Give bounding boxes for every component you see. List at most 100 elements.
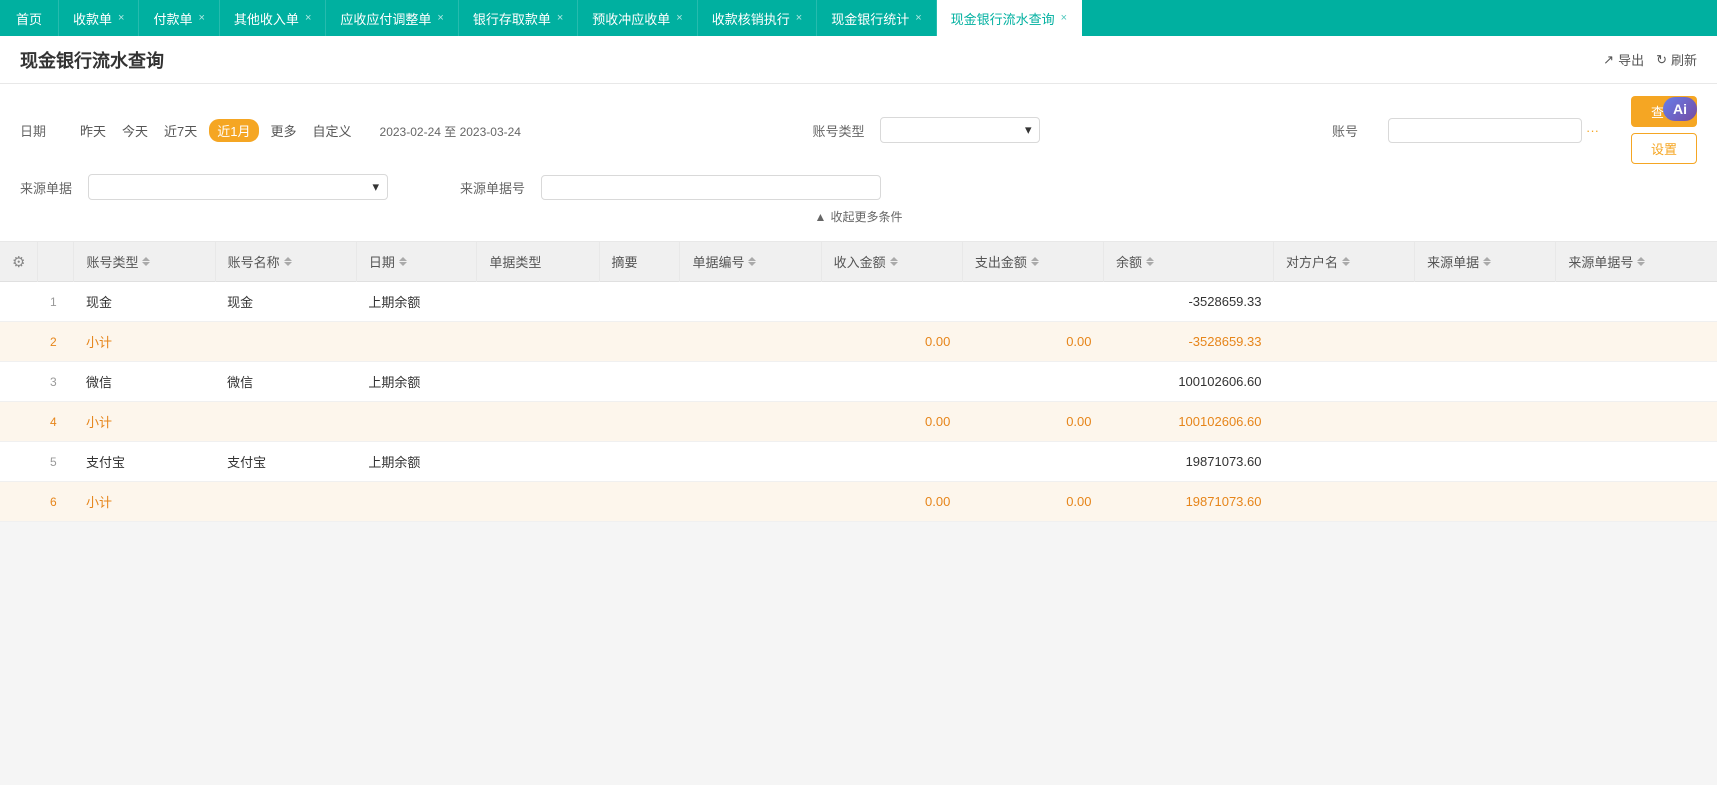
export-button[interactable]: ↗ 导出 bbox=[1603, 50, 1644, 69]
row-date bbox=[356, 482, 477, 522]
row-account-type: 现金 bbox=[74, 282, 215, 322]
row-account-name bbox=[215, 482, 356, 522]
table-row[interactable]: 4 小计 0.00 0.00 100102606.60 bbox=[0, 402, 1717, 442]
settings-button[interactable]: 设置 bbox=[1631, 133, 1697, 164]
row-doc-type bbox=[477, 282, 599, 322]
date-today[interactable]: 今天 bbox=[118, 119, 152, 142]
row-source-doc bbox=[1415, 282, 1556, 322]
close-icon[interactable]: × bbox=[1061, 12, 1067, 24]
row-doc-type bbox=[477, 322, 599, 362]
row-date: 上期余额 bbox=[356, 282, 477, 322]
source-doc-no-input[interactable] bbox=[541, 175, 881, 200]
row-account-name: 现金 bbox=[215, 282, 356, 322]
close-icon[interactable]: × bbox=[198, 12, 204, 24]
table-row[interactable]: 1 现金 现金 上期余额 -3528659.33 bbox=[0, 282, 1717, 322]
row-gear bbox=[0, 362, 38, 402]
tab-cash-bank-flow[interactable]: 现金银行流水查询 × bbox=[937, 0, 1082, 36]
close-icon[interactable]: × bbox=[437, 12, 443, 24]
th-source-doc-no[interactable]: 来源单据号 bbox=[1556, 242, 1717, 282]
th-income[interactable]: 收入金额 bbox=[821, 242, 962, 282]
sort-icon bbox=[1031, 257, 1039, 266]
sort-icon bbox=[284, 257, 292, 266]
tab-bank-deposit[interactable]: 银行存取款单 × bbox=[459, 0, 578, 36]
date-more[interactable]: 更多 bbox=[267, 119, 301, 142]
tab-collection[interactable]: 收款核销执行 × bbox=[698, 0, 817, 36]
row-doc-type bbox=[477, 402, 599, 442]
th-counterparty[interactable]: 对方户名 bbox=[1273, 242, 1414, 282]
date-shortcuts: 昨天 今天 近7天 近1月 更多 自定义 bbox=[76, 119, 356, 142]
refresh-button[interactable]: ↻ 刷新 bbox=[1656, 50, 1697, 69]
row-counterparty bbox=[1273, 322, 1414, 362]
close-icon[interactable]: × bbox=[796, 12, 802, 24]
row-doc-type bbox=[477, 482, 599, 522]
close-icon[interactable]: × bbox=[118, 12, 124, 24]
row-doc-no bbox=[680, 282, 821, 322]
th-summary: 摘要 bbox=[599, 242, 680, 282]
th-account-type[interactable]: 账号类型 bbox=[74, 242, 215, 282]
page-header: 现金银行流水查询 ↗ 导出 ↻ 刷新 bbox=[0, 36, 1717, 84]
th-expense[interactable]: 支出金额 bbox=[962, 242, 1103, 282]
filter-row-source: 来源单据 ▾ 来源单据号 bbox=[20, 174, 1697, 200]
account-more-button[interactable]: ··· bbox=[1586, 123, 1599, 138]
tab-other-income[interactable]: 其他收入单 × bbox=[220, 0, 326, 36]
close-icon[interactable]: × bbox=[915, 12, 921, 24]
row-account-name: 微信 bbox=[215, 362, 356, 402]
row-summary bbox=[599, 402, 680, 442]
refresh-icon: ↻ bbox=[1656, 52, 1667, 68]
date-last1m[interactable]: 近1月 bbox=[209, 119, 258, 142]
row-balance: 19871073.60 bbox=[1104, 482, 1274, 522]
account-input[interactable] bbox=[1388, 118, 1582, 143]
date-yesterday[interactable]: 昨天 bbox=[76, 119, 110, 142]
row-doc-no bbox=[680, 362, 821, 402]
date-range-display: 2023-02-24 至 2023-03-24 bbox=[380, 123, 521, 140]
tab-cash-bank-stat[interactable]: 现金银行统计 × bbox=[817, 0, 936, 36]
row-date: 上期余额 bbox=[356, 442, 477, 482]
row-source-doc-no bbox=[1556, 362, 1717, 402]
row-counterparty bbox=[1273, 402, 1414, 442]
tab-payment[interactable]: 付款单 × bbox=[139, 0, 219, 36]
account-type-select[interactable]: ▾ bbox=[880, 117, 1040, 143]
collapse-bar[interactable]: ▲ 收起更多条件 bbox=[20, 204, 1697, 229]
table-row[interactable]: 5 支付宝 支付宝 上期余额 19871073.60 bbox=[0, 442, 1717, 482]
row-gear bbox=[0, 402, 38, 442]
th-date[interactable]: 日期 bbox=[356, 242, 477, 282]
row-gear bbox=[0, 322, 38, 362]
th-account-name[interactable]: 账号名称 bbox=[215, 242, 356, 282]
th-balance[interactable]: 余额 bbox=[1104, 242, 1274, 282]
row-balance: 19871073.60 bbox=[1104, 442, 1274, 482]
row-counterparty bbox=[1273, 362, 1414, 402]
ai-badge[interactable]: Ai bbox=[1663, 97, 1697, 121]
date-custom[interactable]: 自定义 bbox=[309, 119, 356, 142]
table-header-row: ⚙ 账号类型 账号名称 bbox=[0, 242, 1717, 282]
th-source-doc[interactable]: 来源单据 bbox=[1415, 242, 1556, 282]
row-summary bbox=[599, 482, 680, 522]
row-source-doc-no bbox=[1556, 322, 1717, 362]
close-icon[interactable]: × bbox=[676, 12, 682, 24]
row-counterparty bbox=[1273, 282, 1414, 322]
row-expense bbox=[962, 442, 1103, 482]
source-doc-select[interactable]: ▾ bbox=[88, 174, 388, 200]
close-icon[interactable]: × bbox=[305, 12, 311, 24]
table-row[interactable]: 3 微信 微信 上期余额 100102606.60 bbox=[0, 362, 1717, 402]
tab-advance[interactable]: 预收冲应收单 × bbox=[578, 0, 697, 36]
row-account-type: 微信 bbox=[74, 362, 215, 402]
date-last7d[interactable]: 近7天 bbox=[160, 119, 201, 142]
close-icon[interactable]: × bbox=[557, 12, 563, 24]
th-doc-no[interactable]: 单据编号 bbox=[680, 242, 821, 282]
table-body: 1 现金 现金 上期余额 -3528659.33 2 小计 0.00 0.00 … bbox=[0, 282, 1717, 522]
table-row[interactable]: 6 小计 0.00 0.00 19871073.60 bbox=[0, 482, 1717, 522]
row-income bbox=[821, 282, 962, 322]
table-row[interactable]: 2 小计 0.00 0.00 -3528659.33 bbox=[0, 322, 1717, 362]
row-num: 6 bbox=[38, 482, 74, 522]
tab-ar-ap[interactable]: 应收应付调整单 × bbox=[326, 0, 458, 36]
row-doc-no bbox=[680, 482, 821, 522]
nav-home[interactable]: 首页 bbox=[0, 0, 59, 36]
row-summary bbox=[599, 442, 680, 482]
page-title: 现金银行流水查询 bbox=[20, 47, 164, 73]
chevron-down-icon-2: ▾ bbox=[372, 179, 379, 195]
source-doc-label: 来源单据 bbox=[20, 178, 72, 197]
row-source-doc-no bbox=[1556, 282, 1717, 322]
gear-icon[interactable]: ⚙ bbox=[12, 254, 25, 271]
tab-receipt[interactable]: 收款单 × bbox=[59, 0, 139, 36]
row-counterparty bbox=[1273, 482, 1414, 522]
